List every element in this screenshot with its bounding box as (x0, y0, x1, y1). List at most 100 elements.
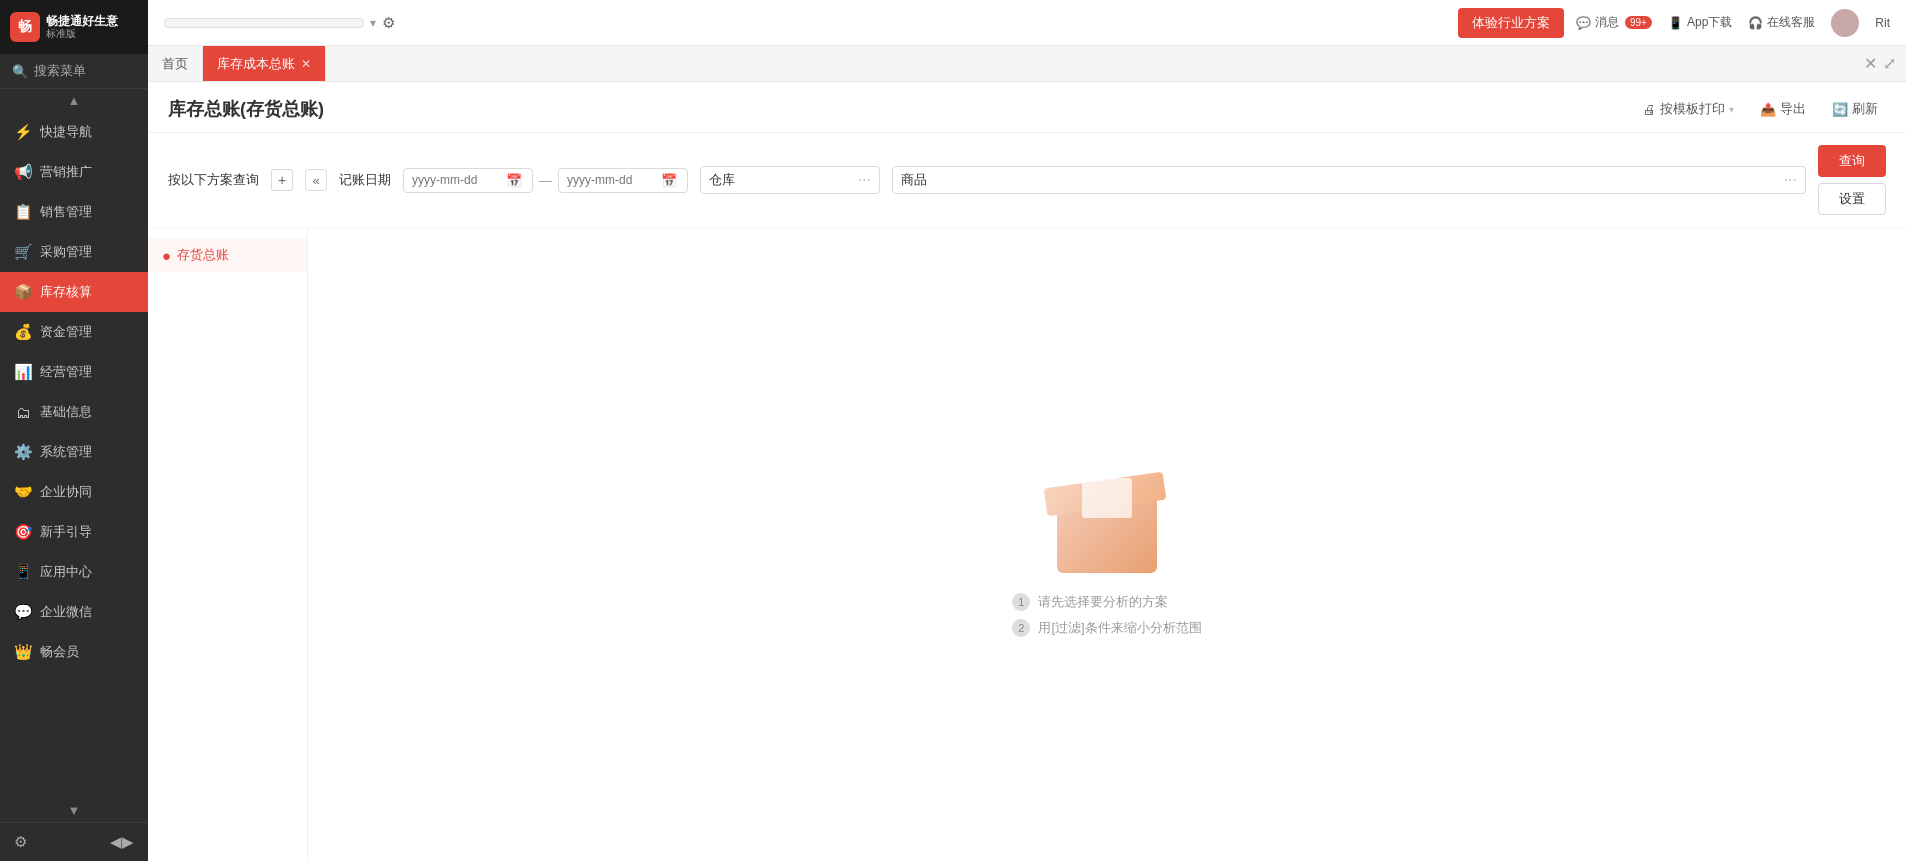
sidebar-item-finance[interactable]: 💰 资金管理 (0, 312, 148, 352)
nav-list: ⚡ 快捷导航 📢 营销推广 📋 销售管理 🛒 采购管理 📦 库存核算 💰 资金管… (0, 112, 148, 799)
empty-illustration (1027, 453, 1187, 573)
refresh-button[interactable]: 🔄 刷新 (1824, 96, 1886, 122)
tab-inventory-cost[interactable]: 库存成本总账 ✕ (203, 46, 326, 81)
sales-icon: 📋 (14, 203, 32, 221)
operation-icon: 📊 (14, 363, 32, 381)
marketing-icon: 📢 (14, 163, 32, 181)
tabbar: 首页 库存成本总账 ✕ ✕ ⤢ (148, 46, 1906, 82)
product-more-icon[interactable]: ··· (1784, 171, 1797, 189)
page-header: 库存总账(存货总账) 🖨 按模板打印 ▾ 📤 导出 🔄 刷新 (148, 82, 1906, 133)
topbar-chevron-icon[interactable]: ▾ (370, 16, 376, 30)
sidebar-item-enterprise[interactable]: 🤝 企业协同 (0, 472, 148, 512)
tab-home[interactable]: 首页 (148, 46, 203, 81)
query-button[interactable]: 查询 (1818, 145, 1886, 177)
message-badge: 99+ (1625, 16, 1652, 29)
date-start-field[interactable] (412, 173, 502, 187)
print-button[interactable]: 🖨 按模板打印 ▾ (1635, 96, 1742, 122)
sidebar-item-member[interactable]: 👑 畅会员 (0, 632, 148, 672)
sidebar-item-marketing[interactable]: 📢 营销推广 (0, 152, 148, 192)
print-chevron-icon: ▾ (1729, 104, 1734, 115)
online-service-icon: 🎧 (1748, 16, 1763, 30)
enterprise-icon: 🤝 (14, 483, 32, 501)
sidebar-item-label: 快捷导航 (40, 123, 92, 141)
topbar-search-area: ▾ ⚙ (164, 14, 1446, 32)
online-service-button[interactable]: 🎧 在线客服 (1748, 14, 1815, 31)
hint-num-1: 1 (1012, 593, 1030, 611)
date-end-field[interactable] (567, 173, 657, 187)
username-label: Rit (1875, 16, 1890, 30)
tab-close-panel-icon[interactable]: ✕ (1864, 54, 1877, 73)
filter-bar: 按以下方案查询 + « 记账日期 📅 — 📅 仓库 ··· 商 (148, 133, 1906, 228)
print-icon: 🖨 (1643, 102, 1656, 117)
filter-collapse-button[interactable]: « (305, 169, 327, 191)
online-service-label: 在线客服 (1767, 14, 1815, 31)
sidebar-item-basic[interactable]: 🗂 基础信息 (0, 392, 148, 432)
message-button[interactable]: 💬 消息 99+ (1576, 14, 1652, 31)
warehouse-more-icon[interactable]: ··· (858, 171, 871, 189)
hint-text-1: 请先选择要分析的方案 (1038, 593, 1168, 611)
sidebar-item-app-center[interactable]: 📱 应用中心 (0, 552, 148, 592)
sidebar-item-label: 销售管理 (40, 203, 92, 221)
export-label: 导出 (1780, 100, 1806, 118)
scroll-down-button[interactable]: ▼ (0, 799, 148, 822)
sidebar-item-inventory[interactable]: 📦 库存核算 (0, 272, 148, 312)
sidebar-item-label: 营销推广 (40, 163, 92, 181)
product-select[interactable]: 商品 ··· (892, 166, 1806, 194)
tab-expand-icon[interactable]: ⤢ (1883, 54, 1896, 73)
main-content: ● 存货总账 1 请先选择要分析的方案 (148, 228, 1906, 861)
sidebar-item-sales[interactable]: 📋 销售管理 (0, 192, 148, 232)
sidebar-item-label: 企业协同 (40, 483, 92, 501)
sidebar-item-operation[interactable]: 📊 经营管理 (0, 352, 148, 392)
sidebar-item-label: 企业微信 (40, 603, 92, 621)
scheme-item-inventory-ledger[interactable]: ● 存货总账 (148, 238, 307, 272)
scheme-item-label: 存货总账 (177, 246, 229, 264)
sidebar-item-label: 畅会员 (40, 643, 79, 661)
date-end-input[interactable]: 📅 (558, 168, 688, 193)
calendar-start-icon[interactable]: 📅 (506, 173, 522, 188)
purchase-icon: 🛒 (14, 243, 32, 261)
date-start-input[interactable]: 📅 (403, 168, 533, 193)
app-name: 畅捷通好生意 (46, 14, 118, 28)
sidebar-item-label: 系统管理 (40, 443, 92, 461)
print-label: 按模板打印 (1660, 100, 1725, 118)
sidebar-logo: 畅 畅捷通好生意 标准版 (0, 0, 148, 54)
date-separator: — (539, 173, 552, 188)
sidebar-item-quick-nav[interactable]: ⚡ 快捷导航 (0, 112, 148, 152)
scroll-up-button[interactable]: ▲ (0, 89, 148, 112)
sidebar-item-label: 应用中心 (40, 563, 92, 581)
industry-solution-button[interactable]: 体验行业方案 (1458, 8, 1564, 38)
sidebar-item-guide[interactable]: 🎯 新手引导 (0, 512, 148, 552)
app-download-button[interactable]: 📱 App下载 (1668, 14, 1732, 31)
empty-state: 1 请先选择要分析的方案 2 用[过滤]条件来缩小分析范围 (308, 228, 1906, 861)
wechat-icon: 💬 (14, 603, 32, 621)
sidebar-item-purchase[interactable]: 🛒 采购管理 (0, 232, 148, 272)
search-menu-item[interactable]: 🔍 搜索菜单 (0, 54, 148, 89)
user-avatar[interactable] (1831, 9, 1859, 37)
refresh-icon: 🔄 (1832, 102, 1848, 117)
sidebar-item-label: 基础信息 (40, 403, 92, 421)
refresh-label: 刷新 (1852, 100, 1878, 118)
calendar-end-icon[interactable]: 📅 (661, 173, 677, 188)
export-icon: 📤 (1760, 102, 1776, 117)
topbar-right: 💬 消息 99+ 📱 App下载 🎧 在线客服 Rit (1576, 9, 1890, 37)
main-area: ▾ ⚙ 体验行业方案 💬 消息 99+ 📱 App下载 🎧 在线客服 Rit 首 (148, 0, 1906, 861)
app-version: 标准版 (46, 28, 118, 40)
sidebar-item-system[interactable]: ⚙️ 系统管理 (0, 432, 148, 472)
settings-icon[interactable]: ⚙ (14, 833, 27, 851)
sidebar-item-label: 库存核算 (40, 283, 92, 301)
collapse-sidebar-icon[interactable]: ◀▶ (110, 833, 134, 851)
sidebar-item-wechat[interactable]: 💬 企业微信 (0, 592, 148, 632)
export-button[interactable]: 📤 导出 (1752, 96, 1814, 122)
message-icon: 💬 (1576, 16, 1591, 30)
tab-close-icon[interactable]: ✕ (301, 57, 311, 71)
empty-hints: 1 请先选择要分析的方案 2 用[过滤]条件来缩小分析范围 (1012, 593, 1201, 637)
sidebar-item-label: 资金管理 (40, 323, 92, 341)
warehouse-select[interactable]: 仓库 ··· (700, 166, 880, 194)
settings-button[interactable]: 设置 (1818, 183, 1886, 215)
quick-nav-icon: ⚡ (14, 123, 32, 141)
topbar-gear-icon[interactable]: ⚙ (382, 14, 395, 32)
tab-inventory-cost-label: 库存成本总账 (217, 55, 295, 73)
app-download-label: App下载 (1687, 14, 1732, 31)
filter-add-button[interactable]: + (271, 169, 293, 191)
system-icon: ⚙️ (14, 443, 32, 461)
